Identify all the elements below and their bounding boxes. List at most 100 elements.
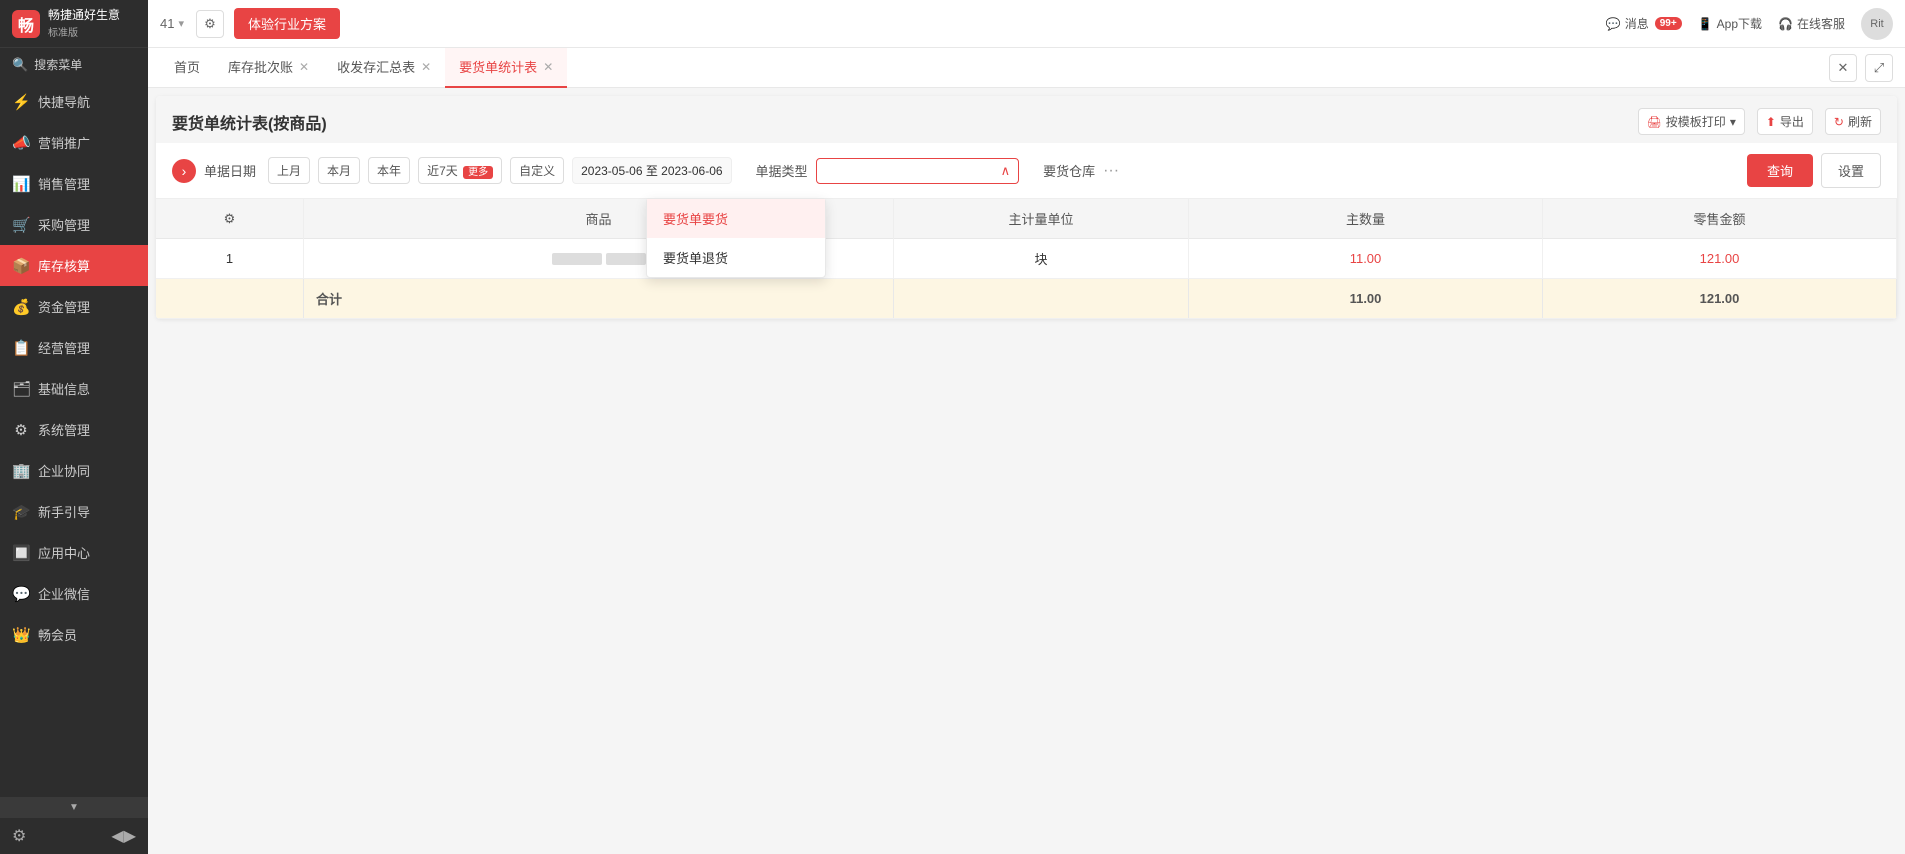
topbar: 41 ▾ ⚙ 体验行业方案 💬 消息 99+ 📱 App下载 🎧 在线客服: [148, 0, 1905, 48]
app-label: App下载: [1717, 15, 1762, 32]
sidebar-item-caigou[interactable]: 🛒 采购管理: [0, 204, 148, 245]
table-header-row: ⚙ 商品 主计量单位 主数量 零售金额: [156, 199, 1897, 239]
sidebar-scroll-down[interactable]: ▼: [0, 797, 148, 817]
sidebar-item-label: 资金管理: [38, 297, 90, 316]
tab-expand-btn[interactable]: ⤢: [1865, 54, 1893, 82]
date-range-display: 2023-05-06 至 2023-06-06: [572, 157, 731, 184]
store-chevron-icon: ▾: [178, 17, 184, 30]
sidebar-search-label: 搜索菜单: [34, 56, 82, 73]
messages-action[interactable]: 💬 消息 99+: [1606, 15, 1682, 32]
customer-service-action[interactable]: 🎧 在线客服: [1778, 15, 1845, 32]
print-template-btn[interactable]: 🖨 按模板打印 ▾: [1638, 108, 1745, 135]
content-card: 要货单统计表(按商品) 🖨 按模板打印 ▾ ⬆ 导出 ↻ 刷新: [156, 96, 1897, 319]
total-row: 合计 11.00 121.00: [156, 279, 1897, 319]
trial-button[interactable]: 体验行业方案: [234, 8, 340, 39]
page-title: 要货单统计表(按商品): [172, 110, 327, 134]
xiaoshou-icon: 📊: [12, 175, 30, 193]
zijin-icon: 💰: [12, 298, 30, 316]
type-caret-icon[interactable]: ∧: [1001, 163, 1011, 179]
user-avatar[interactable]: Rit: [1861, 8, 1893, 40]
jingying-icon: 📋: [12, 339, 30, 357]
jichu-icon: 🗂: [12, 380, 30, 398]
row-no: 1: [156, 239, 304, 279]
sidebar-item-jingying[interactable]: 📋 经营管理: [0, 327, 148, 368]
warehouse-dots-btn[interactable]: ···: [1103, 162, 1119, 180]
messages-icon: 💬: [1606, 17, 1621, 31]
search-icon: 🔍: [12, 57, 28, 73]
type-filter-input-wrapper[interactable]: ∧: [816, 158, 1020, 184]
row-unit: 块: [894, 239, 1189, 279]
sidebar-item-label: 畅会员: [38, 625, 77, 644]
sidebar-item-jichu[interactable]: 🗂 基础信息: [0, 368, 148, 409]
topbar-settings-btn[interactable]: ⚙: [196, 10, 224, 38]
sidebar-item-qiye[interactable]: 🏢 企业协同: [0, 450, 148, 491]
refresh-btn[interactable]: ↻ 刷新: [1825, 108, 1881, 135]
date-this-month-btn[interactable]: 本月: [318, 157, 360, 184]
logo-icon: 畅: [12, 10, 40, 38]
tab-yaohuo[interactable]: 要货单统计表 ✕: [445, 48, 567, 88]
app-icon: 📱: [1698, 17, 1713, 31]
date-7days-btn[interactable]: 近7天 更多: [418, 157, 502, 184]
xinshou-icon: 🎓: [12, 503, 30, 521]
sidebar-item-huiyuan[interactable]: 👑 畅会员: [0, 614, 148, 655]
sidebar-item-kucun[interactable]: 📦 库存核算: [0, 245, 148, 286]
main-content: 41 ▾ ⚙ 体验行业方案 💬 消息 99+ 📱 App下载 🎧 在线客服: [148, 0, 1905, 854]
tabbar: 首页 库存批次账 ✕ 收发存汇总表 ✕ 要货单统计表 ✕ ✕ ⤢: [148, 48, 1905, 88]
service-icon: 🎧: [1778, 17, 1793, 31]
tab-close-kucunpici[interactable]: ✕: [299, 60, 309, 74]
sidebar-item-zijin[interactable]: 💰 资金管理: [0, 286, 148, 327]
col-settings-icon[interactable]: ⚙: [224, 211, 236, 226]
hot-badge: 更多: [463, 166, 493, 179]
sidebar-logo: 畅 畅捷通好生意 标准版: [0, 0, 148, 48]
page-header: 要货单统计表(按商品) 🖨 按模板打印 ▾ ⬆ 导出 ↻ 刷新: [156, 96, 1897, 143]
date-custom-btn[interactable]: 自定义: [510, 157, 564, 184]
sidebar-item-xiaoshou[interactable]: 📊 销售管理: [0, 163, 148, 204]
sidebar-search[interactable]: 🔍 搜索菜单: [0, 48, 148, 81]
filter-expand-btn[interactable]: ›: [172, 159, 196, 183]
sidebar-item-xitong[interactable]: ⚙ 系统管理: [0, 409, 148, 450]
col-unit-header: 主计量单位: [894, 199, 1189, 239]
dropdown-item-yaohuo-danquo[interactable]: 要货单要货: [647, 199, 825, 238]
footer-toggle-icon[interactable]: ◀▶: [111, 826, 136, 846]
store-selector[interactable]: 41 ▾: [160, 16, 184, 31]
tab-close-shoufayuhui[interactable]: ✕: [421, 60, 431, 74]
service-label: 在线客服: [1797, 15, 1845, 32]
export-btn[interactable]: ⬆ 导出: [1757, 108, 1813, 135]
sidebar-item-label: 新手引导: [38, 502, 90, 521]
tab-kucunpici[interactable]: 库存批次账 ✕: [214, 48, 323, 88]
store-number: 41: [160, 16, 174, 31]
date-this-year-btn[interactable]: 本年: [368, 157, 410, 184]
type-filter-label: 单据类型: [756, 161, 808, 180]
type-dropdown-menu: 要货单要货 要货单退货: [646, 198, 826, 278]
filter-bar: › 单据日期 上月 本月 本年 近7天 更多 自定义 2023-05-06 至 …: [156, 143, 1897, 199]
footer-settings-icon[interactable]: ⚙: [12, 826, 26, 846]
sidebar-item-yingyong[interactable]: 🔲 应用中心: [0, 532, 148, 573]
date-last-month-btn[interactable]: 上月: [268, 157, 310, 184]
sidebar-item-xinshou[interactable]: 🎓 新手引导: [0, 491, 148, 532]
messages-badge: 99+: [1655, 17, 1682, 30]
sidebar-item-kuaijie[interactable]: ⚡ 快捷导航: [0, 81, 148, 122]
settings-icon: ⚙: [204, 16, 216, 32]
type-filter-input[interactable]: [825, 163, 1001, 178]
tab-close-yaohuo[interactable]: ✕: [543, 60, 553, 74]
date-filter-label: 单据日期: [204, 161, 256, 180]
tab-home[interactable]: 首页: [160, 48, 214, 88]
sidebar-item-label: 经营管理: [38, 338, 90, 357]
settings-btn[interactable]: 设置: [1821, 153, 1881, 188]
sidebar-item-yingxiao[interactable]: 📣 营销推广: [0, 122, 148, 163]
sidebar-nav: ⚡ 快捷导航 📣 营销推广 📊 销售管理 🛒 采购管理 📦 库存核算 💰 资金管…: [0, 81, 148, 797]
logo-title: 畅捷通好生意: [48, 8, 120, 24]
sidebar-item-label: 库存核算: [38, 256, 90, 275]
query-btn[interactable]: 查询: [1747, 154, 1813, 187]
logo-subtitle: 标准版: [48, 24, 120, 39]
app-download-action[interactable]: 📱 App下载: [1698, 15, 1762, 32]
data-table: ⚙ 商品 主计量单位 主数量 零售金额 1: [156, 199, 1897, 319]
tab-shoufayuhui[interactable]: 收发存汇总表 ✕: [323, 48, 445, 88]
dropdown-item-yaohuo-tuihuo[interactable]: 要货单退货: [647, 238, 825, 277]
xitong-icon: ⚙: [12, 421, 30, 439]
sidebar-item-label: 营销推广: [38, 133, 90, 152]
tab-close-all-btn[interactable]: ✕: [1829, 54, 1857, 82]
sidebar-item-label: 企业微信: [38, 584, 90, 603]
row-amount: 121.00: [1543, 239, 1897, 279]
sidebar-item-weixin[interactable]: 💬 企业微信: [0, 573, 148, 614]
